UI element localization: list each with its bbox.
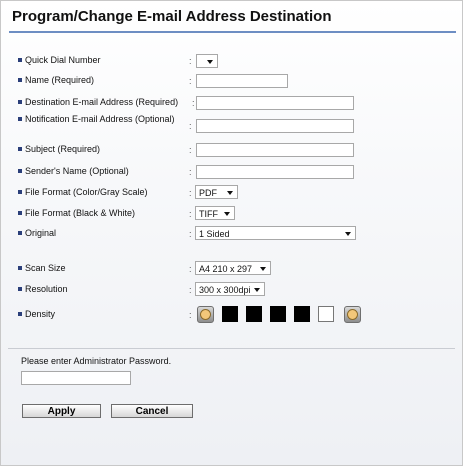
arrow-left-icon xyxy=(200,309,211,320)
bullet-icon xyxy=(18,117,22,121)
file-format-color-label: File Format (Color/Gray Scale) xyxy=(18,187,148,201)
chevron-down-icon xyxy=(254,288,260,292)
scan-size-value: A4 210 x 297 xyxy=(199,264,253,274)
scan-size-label-text: Scan Size xyxy=(25,263,66,273)
colon: : xyxy=(189,121,192,131)
sender-name-label-text: Sender's Name (Optional) xyxy=(25,166,129,176)
colon: : xyxy=(192,98,195,108)
bullet-icon xyxy=(18,231,22,235)
dest-email-label: Destination E-mail Address (Required) xyxy=(18,97,178,111)
page-title: Program/Change E-mail Address Destinatio… xyxy=(12,8,332,25)
colon: : xyxy=(189,76,192,86)
name-input[interactable] xyxy=(196,74,288,88)
colon: : xyxy=(189,167,192,177)
file-format-bw-label: File Format (Black & White) xyxy=(18,208,135,222)
notify-email-input[interactable] xyxy=(196,119,354,133)
density-step[interactable] xyxy=(294,306,310,322)
original-select[interactable]: 1 Sided xyxy=(195,226,356,240)
file-format-color-label-text: File Format (Color/Gray Scale) xyxy=(25,187,148,197)
colon: : xyxy=(189,310,192,320)
title-divider xyxy=(9,31,456,33)
file-format-bw-select[interactable]: TIFF xyxy=(195,206,235,220)
file-format-bw-value: TIFF xyxy=(199,209,218,219)
bullet-icon xyxy=(18,287,22,291)
name-label-text: Name (Required) xyxy=(25,75,95,85)
chevron-down-icon xyxy=(345,232,351,236)
notify-email-label: Notification E-mail Address (Optional) xyxy=(18,114,175,128)
quick-dial-select[interactable] xyxy=(196,54,218,68)
bullet-icon xyxy=(18,312,22,316)
density-lighter-button[interactable] xyxy=(197,306,214,323)
scan-size-select[interactable]: A4 210 x 297 xyxy=(195,261,271,275)
bullet-icon xyxy=(18,266,22,270)
dest-email-input[interactable] xyxy=(196,96,354,110)
name-label: Name (Required) xyxy=(18,75,94,89)
quick-dial-label-text: Quick Dial Number xyxy=(25,55,101,65)
density-step[interactable] xyxy=(270,306,286,322)
density-step[interactable] xyxy=(318,306,334,322)
density-step[interactable] xyxy=(246,306,262,322)
file-format-color-select[interactable]: PDF xyxy=(195,185,238,199)
bullet-icon xyxy=(18,211,22,215)
chevron-down-icon xyxy=(260,267,266,271)
original-label-text: Original xyxy=(25,228,57,238)
quick-dial-label: Quick Dial Number xyxy=(18,55,101,69)
notify-email-label-text: Notification E-mail Address (Optional) xyxy=(25,114,175,124)
resolution-label: Resolution xyxy=(18,284,68,298)
apply-button[interactable]: Apply xyxy=(22,404,101,418)
density-darker-button[interactable] xyxy=(344,306,361,323)
subject-input[interactable] xyxy=(196,143,354,157)
arrow-right-icon xyxy=(347,309,358,320)
original-label: Original xyxy=(18,228,56,242)
subject-label: Subject (Required) xyxy=(18,144,100,158)
bullet-icon xyxy=(18,100,22,104)
density-label: Density xyxy=(18,309,55,323)
sender-name-label: Sender's Name (Optional) xyxy=(18,166,129,180)
subject-label-text: Subject (Required) xyxy=(25,144,101,154)
colon: : xyxy=(189,285,192,295)
password-prompt: Please enter Administrator Password. xyxy=(21,356,172,366)
resolution-select[interactable]: 300 x 300dpi xyxy=(195,282,265,296)
colon: : xyxy=(189,229,192,239)
colon: : xyxy=(189,145,192,155)
bullet-icon xyxy=(18,147,22,151)
dest-email-label-text: Destination E-mail Address (Required) xyxy=(25,97,179,107)
colon: : xyxy=(189,56,192,66)
density-step[interactable] xyxy=(222,306,238,322)
file-format-color-value: PDF xyxy=(199,188,217,198)
section-divider xyxy=(8,348,455,349)
chevron-down-icon xyxy=(207,60,213,64)
bullet-icon xyxy=(18,190,22,194)
password-input[interactable] xyxy=(21,371,131,385)
chevron-down-icon xyxy=(224,212,230,216)
file-format-bw-label-text: File Format (Black & White) xyxy=(25,208,136,218)
scan-size-label: Scan Size xyxy=(18,263,66,277)
colon: : xyxy=(189,264,192,274)
original-value: 1 Sided xyxy=(199,229,230,239)
chevron-down-icon xyxy=(227,191,233,195)
bullet-icon xyxy=(18,169,22,173)
resolution-value: 300 x 300dpi xyxy=(199,285,251,295)
sender-name-input[interactable] xyxy=(196,165,354,179)
cancel-button[interactable]: Cancel xyxy=(111,404,193,418)
colon: : xyxy=(189,188,192,198)
density-label-text: Density xyxy=(25,309,56,319)
resolution-label-text: Resolution xyxy=(25,284,68,294)
bullet-icon xyxy=(18,58,22,62)
colon: : xyxy=(189,209,192,219)
bullet-icon xyxy=(18,78,22,82)
